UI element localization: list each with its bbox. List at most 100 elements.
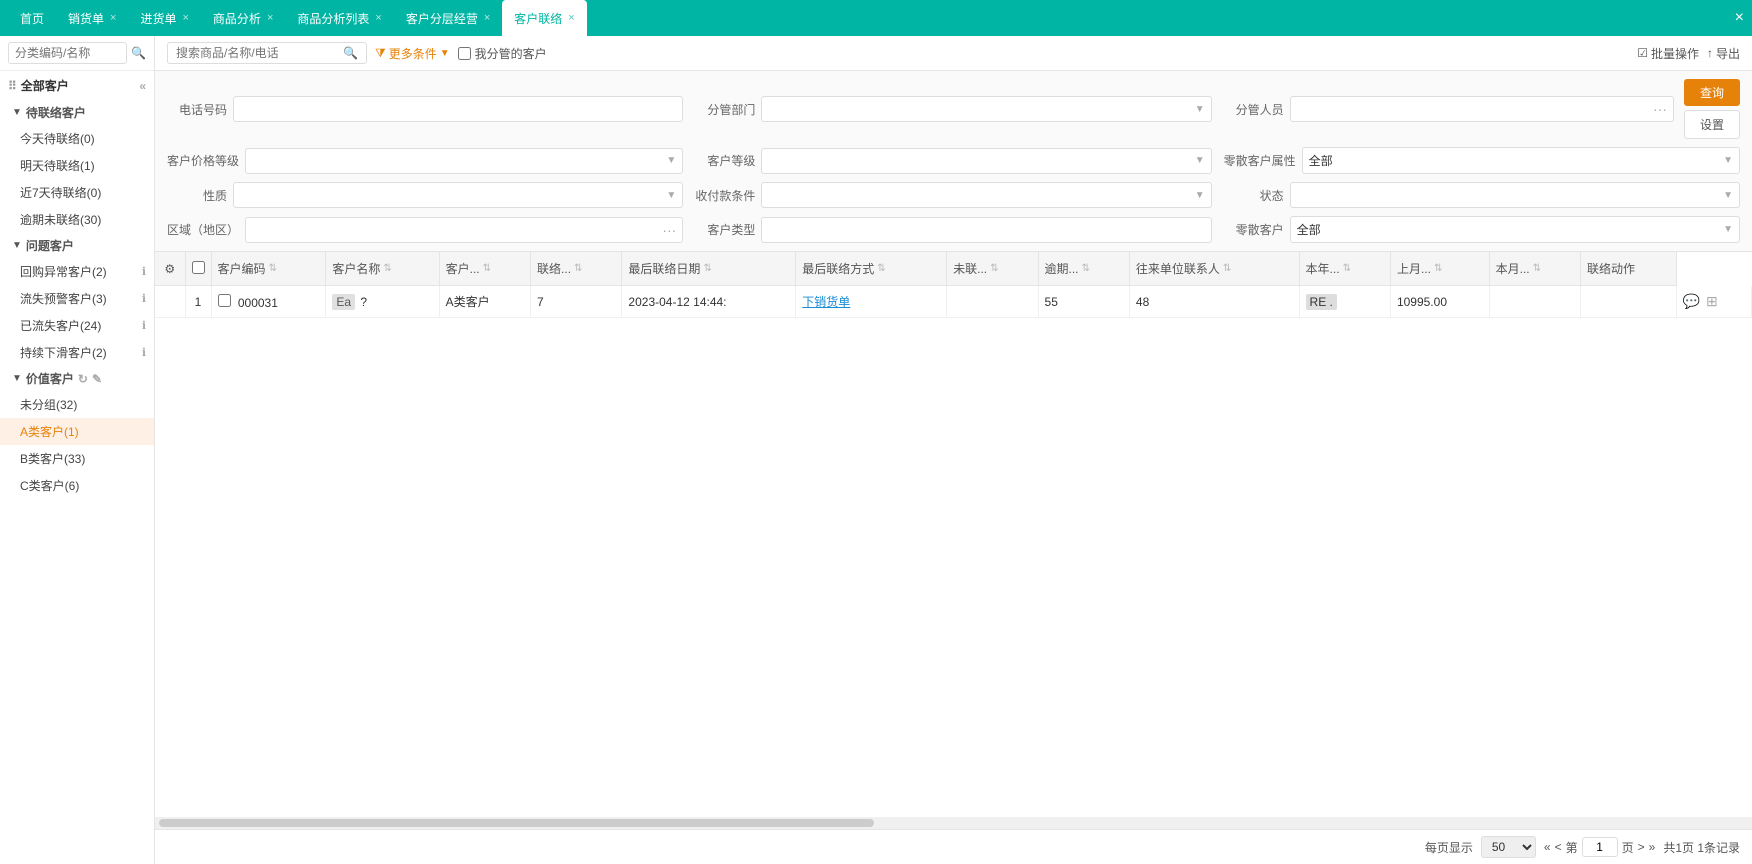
price-grade-select[interactable]: ▼	[245, 148, 683, 174]
info-icon-1: ℹ	[142, 265, 146, 278]
sidebar-item-tomorrow[interactable]: 明天待联络(1)	[0, 152, 154, 179]
retail-customer-select[interactable]: 全部 ▼	[1290, 216, 1740, 243]
sidebar-item-a-class[interactable]: A类客户(1)	[0, 418, 154, 445]
manager-label: 分管人员	[1224, 101, 1284, 118]
edit-group-icon[interactable]: ✎	[92, 372, 102, 386]
filter-row-price-grade: 客户价格等级 ▼	[167, 147, 683, 174]
query-button[interactable]: 查询	[1684, 79, 1740, 106]
sort-date-icon[interactable]: ⇅	[703, 263, 711, 274]
sidebar-item-today[interactable]: 今天待联络(0)	[0, 125, 154, 152]
close-product-list-icon[interactable]: ×	[375, 12, 381, 24]
chat-action-icon[interactable]: 💬	[1683, 293, 1700, 310]
payment-select[interactable]: ▼	[761, 182, 1211, 208]
scroll-thumb[interactable]	[159, 819, 874, 827]
page-end-label: 页	[1622, 839, 1634, 856]
sidebar-item-declining[interactable]: 持续下滑客户(2) ℹ	[0, 339, 154, 366]
sort-year-icon[interactable]: ⇅	[1343, 263, 1351, 274]
status-label: 状态	[1224, 187, 1284, 204]
sidebar-item-overdue[interactable]: 逾期未联络(30)	[0, 206, 154, 233]
global-close-icon[interactable]: ×	[1735, 9, 1744, 27]
row-checkbox[interactable]	[218, 294, 231, 307]
row-last-method[interactable]: 下销货单	[796, 286, 947, 318]
refresh-icon[interactable]: ↻	[78, 372, 88, 386]
close-purchase-icon[interactable]: ×	[182, 12, 188, 24]
sort-overdue-icon[interactable]: ⇅	[1082, 263, 1090, 274]
select-all-checkbox[interactable]	[192, 261, 205, 274]
triangle-icon3: ▼	[12, 373, 22, 384]
last-page-btn[interactable]: »	[1649, 840, 1656, 854]
settings-button[interactable]: 设置	[1684, 110, 1740, 139]
my-customers-check[interactable]	[458, 47, 471, 60]
sidebar-item-7days[interactable]: 近7天待联络(0)	[0, 179, 154, 206]
filter-more-btn[interactable]: ⧩ 更多条件 ▼	[375, 45, 450, 62]
prev-page-btn[interactable]: <	[1555, 840, 1562, 854]
close-customer-tier-icon[interactable]: ×	[484, 12, 490, 24]
filter-bar: 🔍 ⧩ 更多条件 ▼ 我分管的客户 ☑ 批量操作 ↑ 导出	[155, 36, 1752, 71]
retail-attr-label: 零散客户属性	[1224, 152, 1296, 169]
sidebar-item-c-class[interactable]: C类客户(6)	[0, 472, 154, 499]
manager-dots-icon: ···	[1653, 101, 1667, 117]
sidebar-item-b-class[interactable]: B类客户(33)	[0, 445, 154, 472]
gear-icon[interactable]: ⚙	[164, 262, 175, 276]
group-problem-customers[interactable]: ▼ 问题客户	[0, 233, 154, 258]
sidebar-item-churned[interactable]: 已流失客户(24) ℹ	[0, 312, 154, 339]
sort-type-icon[interactable]: ⇅	[483, 263, 491, 274]
region-input[interactable]: ···	[245, 217, 683, 243]
close-product-analysis-icon[interactable]: ×	[267, 12, 273, 24]
col-checkbox[interactable]	[185, 252, 211, 286]
col-gear[interactable]: ⚙	[155, 252, 185, 286]
phone-input[interactable]	[233, 96, 683, 122]
sidebar-search-input[interactable]	[8, 42, 127, 64]
filter-action-btns: 查询 设置	[1680, 79, 1740, 139]
filter-search-input[interactable]	[176, 46, 343, 60]
group-value-customers[interactable]: ▼ 价值客户 ↻ ✎	[0, 366, 154, 391]
top-nav: 首页 销货单 × 进货单 × 商品分析 × 商品分析列表 × 客户分层经营 × …	[0, 0, 1752, 36]
manager-input[interactable]: ···	[1290, 96, 1674, 122]
qr-action-icon[interactable]: ⊞	[1706, 293, 1718, 310]
close-sales-icon[interactable]: ×	[110, 12, 116, 24]
batch-ops-btn[interactable]: ☑ 批量操作	[1637, 45, 1699, 62]
close-customer-contact-icon[interactable]: ×	[568, 12, 574, 24]
nature-select[interactable]: ▼	[233, 182, 683, 208]
dept-select[interactable]: ▼	[761, 96, 1211, 122]
sidebar-item-ungrouped[interactable]: 未分组(32)	[0, 391, 154, 418]
nav-product-analysis[interactable]: 商品分析 ×	[201, 0, 285, 36]
nav-product-list[interactable]: 商品分析列表 ×	[285, 0, 393, 36]
nav-purchase[interactable]: 进货单 ×	[128, 0, 200, 36]
horizontal-scrollbar[interactable]	[155, 817, 1752, 829]
filter-search-icon[interactable]: 🔍	[343, 46, 358, 60]
price-grade-label: 客户价格等级	[167, 152, 239, 169]
export-btn[interactable]: ↑ 导出	[1707, 45, 1740, 62]
nav-home[interactable]: 首页	[8, 0, 56, 36]
nav-customer-contact[interactable]: 客户联络 ×	[502, 0, 586, 36]
group-pending-contact[interactable]: ▼ 待联络客户	[0, 100, 154, 125]
sidebar: 🔍 ⠿ 全部客户 « ▼ 待联络客户 今天待联络(0) 明天待联络(1) 近7天…	[0, 36, 155, 864]
sort-name-icon[interactable]: ⇅	[383, 263, 391, 274]
sort-lastmonth-icon[interactable]: ⇅	[1434, 263, 1442, 274]
sort-code-icon[interactable]: ⇅	[269, 263, 277, 274]
nav-customer-tier[interactable]: 客户分层经营 ×	[394, 0, 502, 36]
sort-person-icon[interactable]: ⇅	[1223, 263, 1231, 274]
sidebar-search-icon[interactable]: 🔍	[131, 46, 146, 60]
row-name[interactable]: Ea ?	[326, 286, 439, 318]
sort-month-icon[interactable]: ⇅	[1533, 263, 1541, 274]
nav-sales[interactable]: 销货单 ×	[56, 0, 128, 36]
next-page-btn[interactable]: >	[1638, 840, 1645, 854]
my-customers-checkbox[interactable]: 我分管的客户	[458, 45, 547, 62]
sort-contact-icon[interactable]: ⇅	[574, 263, 582, 274]
customer-type-input[interactable]	[761, 217, 1211, 243]
collapse-icon[interactable]: «	[139, 79, 146, 93]
sidebar-item-churn-warning[interactable]: 流失预警客户(3) ℹ	[0, 285, 154, 312]
sort-nocontact-icon[interactable]: ⇅	[990, 263, 998, 274]
first-page-btn[interactable]: «	[1544, 840, 1551, 854]
sidebar-item-repurchase-abnormal[interactable]: 回购异常客户(2) ℹ	[0, 258, 154, 285]
page-size-select[interactable]: 50 100 200	[1481, 836, 1536, 858]
sort-method-icon[interactable]: ⇅	[877, 263, 885, 274]
page-number-input[interactable]	[1582, 837, 1618, 857]
status-select[interactable]: ▼	[1290, 182, 1740, 208]
all-customers-header[interactable]: ⠿ 全部客户 «	[0, 71, 154, 100]
row-overdue-val: 48	[1129, 286, 1299, 318]
row-code: 000031	[211, 286, 326, 318]
retail-attr-select[interactable]: 全部 ▼	[1302, 147, 1740, 174]
customer-grade-select[interactable]: ▼	[761, 148, 1211, 174]
